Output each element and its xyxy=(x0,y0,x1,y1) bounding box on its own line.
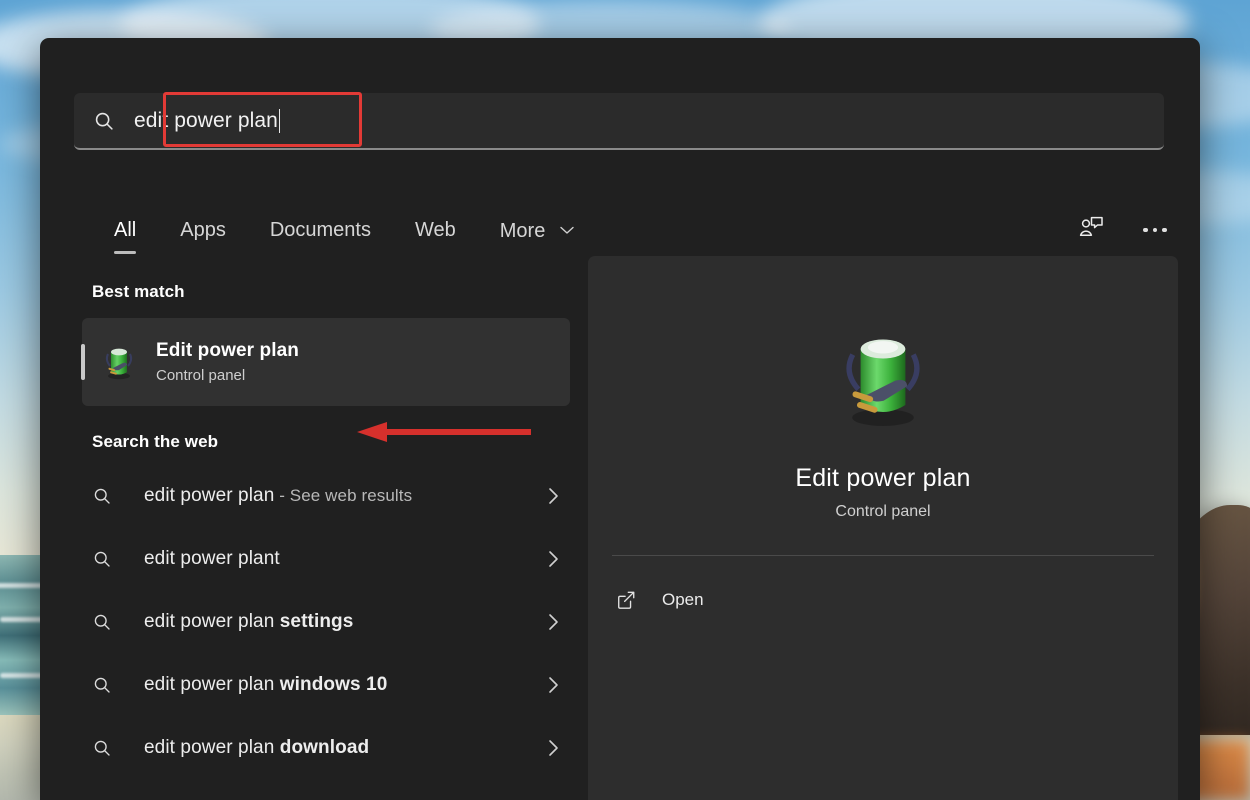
preview-subtitle: Control panel xyxy=(835,503,931,520)
search-icon xyxy=(92,486,144,506)
search-icon xyxy=(92,612,144,632)
tab-apps[interactable]: Apps xyxy=(158,219,248,242)
web-suggestion-item[interactable]: edit power plan download xyxy=(40,716,588,779)
web-suggestion-label: edit power plan download xyxy=(144,736,370,758)
search-header-actions xyxy=(1070,213,1176,247)
tab-more[interactable]: More xyxy=(478,218,596,243)
search-filter-tabs: All Apps Documents Web More xyxy=(92,218,596,243)
text-cursor xyxy=(278,108,281,133)
search-input-field[interactable]: edit power plan xyxy=(74,93,1164,150)
chevron-right-icon xyxy=(544,487,562,505)
web-suggestion-item[interactable]: edit power plant xyxy=(40,527,588,590)
web-suggestion-item[interactable]: edit power plan settings xyxy=(40,590,588,653)
open-external-icon xyxy=(616,590,662,610)
tab-web-label: Web xyxy=(414,219,456,241)
selection-indicator xyxy=(81,344,85,380)
more-options-icon xyxy=(1143,227,1167,233)
web-suggestion-label: edit power plan - See web results xyxy=(144,484,413,506)
result-preview-pane: Edit power plan Control panel Open xyxy=(588,256,1178,800)
best-match-title: Edit power plan xyxy=(156,340,299,361)
open-action-label: Open xyxy=(662,590,704,609)
tab-more-label: More xyxy=(499,220,546,242)
search-icon xyxy=(92,738,144,758)
web-suggestion-item[interactable]: edit power plan windows 10 xyxy=(40,653,588,716)
search-results-list: Best match Edit power plan Control panel… xyxy=(40,274,588,800)
feedback-button[interactable] xyxy=(1070,213,1112,247)
more-options-button[interactable] xyxy=(1134,213,1176,247)
search-icon xyxy=(74,110,134,132)
open-action-button[interactable]: Open xyxy=(588,578,1178,622)
tab-documents-label: Documents xyxy=(269,219,371,241)
battery-power-plug-icon xyxy=(82,342,156,382)
tab-apps-label: Apps xyxy=(180,219,226,241)
preview-title: Edit power plan xyxy=(795,464,971,492)
search-the-web-heading: Search the web xyxy=(92,432,219,451)
feedback-icon xyxy=(1078,216,1104,245)
web-suggestion-label: edit power plant xyxy=(144,547,280,569)
search-icon xyxy=(92,675,144,695)
web-suggestion-label: edit power plan settings xyxy=(144,610,354,632)
best-match-result-row[interactable]: Edit power plan Control panel xyxy=(81,318,570,442)
windows-search-panel: edit power plan All Apps Documents Web M… xyxy=(40,38,1200,800)
tab-all-label: All xyxy=(114,219,137,241)
chevron-right-icon xyxy=(544,550,562,568)
best-match-heading: Best match xyxy=(92,282,185,301)
chevron-down-icon xyxy=(560,218,574,241)
search-box-container: edit power plan xyxy=(74,92,1164,150)
battery-power-plug-icon xyxy=(818,312,948,442)
tab-web[interactable]: Web xyxy=(393,219,478,242)
chevron-right-icon xyxy=(544,676,562,694)
web-suggestions-list: edit power plan - See web results edit p… xyxy=(40,464,588,779)
search-query-text: edit power plan xyxy=(134,108,278,132)
tab-all[interactable]: All xyxy=(92,219,158,242)
best-match-subtitle: Control panel xyxy=(156,367,246,384)
chevron-right-icon xyxy=(544,739,562,757)
web-suggestion-item[interactable]: edit power plan - See web results xyxy=(40,464,588,527)
preview-actions: Open xyxy=(588,578,1178,622)
best-match-text-group: Edit power plan Control panel xyxy=(156,340,299,384)
web-suggestion-label: edit power plan windows 10 xyxy=(144,673,388,695)
preview-divider xyxy=(612,555,1154,556)
chevron-right-icon xyxy=(544,613,562,631)
search-icon xyxy=(92,549,144,569)
tab-documents[interactable]: Documents xyxy=(248,219,393,242)
